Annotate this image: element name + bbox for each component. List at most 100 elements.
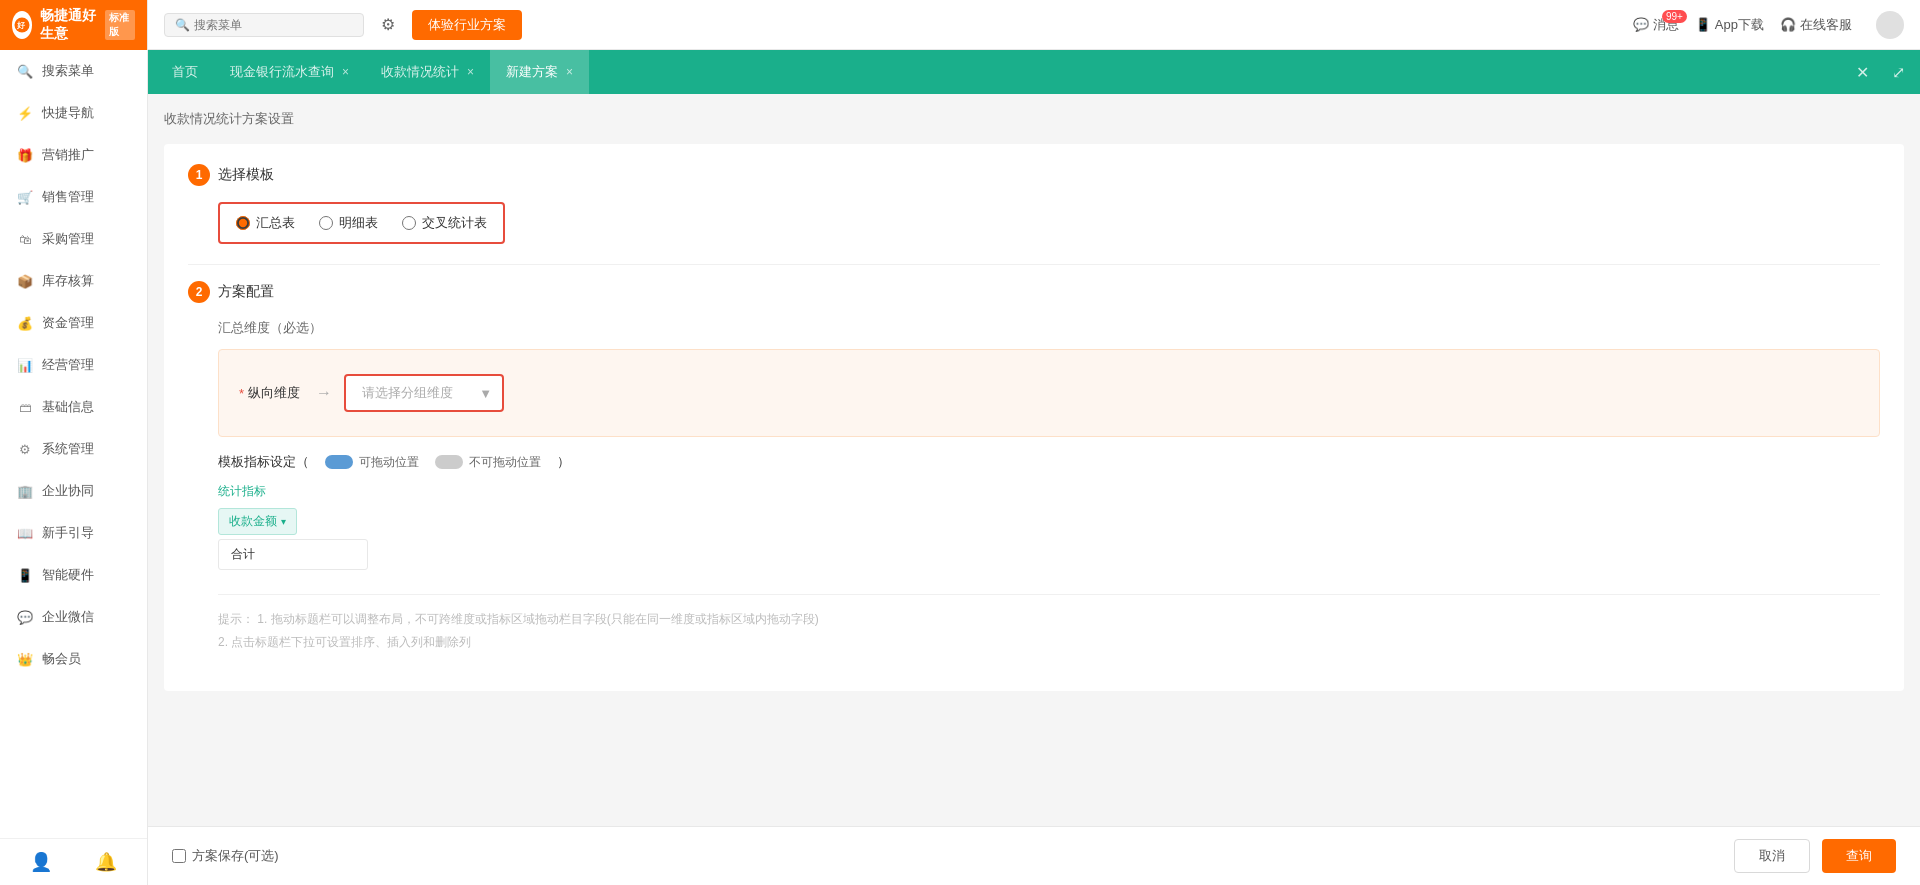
window-maximize-button[interactable]: ⤢ <box>1884 58 1912 86</box>
radio-detail[interactable]: 明细表 <box>319 214 378 232</box>
device-icon: 📱 <box>16 566 34 584</box>
window-close-button[interactable]: ✕ <box>1848 58 1876 86</box>
sidebar-item-inventory[interactable]: 📦 库存核算 <box>0 260 147 302</box>
search-input[interactable] <box>194 18 334 32</box>
save-option[interactable]: 方案保存(可选) <box>172 847 1734 865</box>
legend-non-movable: 不可拖动位置 <box>435 454 541 471</box>
radio-summary[interactable]: 汇总表 <box>236 214 295 232</box>
sidebar: 好 畅捷通好生意 标准版 🔍 搜索菜单 ⚡ 快捷导航 🎁 营销推广 🛒 销售管理… <box>0 0 148 885</box>
indicator-section: 模板指标设定（ 可拖动位置 不可拖动位置 ） <box>218 453 1880 570</box>
legend-movable: 可拖动位置 <box>325 454 419 471</box>
radio-cross-input[interactable] <box>402 216 416 230</box>
radio-summary-input[interactable] <box>236 216 250 230</box>
sidebar-item-management[interactable]: 📊 经营管理 <box>0 344 147 386</box>
sidebar-item-label: 企业微信 <box>42 608 94 626</box>
service-icon: 🎧 <box>1780 17 1796 32</box>
dimension-area: * 纵向维度 → 请选择分组维度 ▼ <box>218 349 1880 437</box>
tab-home[interactable]: 首页 <box>156 50 214 94</box>
dimension-select-placeholder: 请选择分组维度 <box>362 384 453 402</box>
box-icon: 📦 <box>16 272 34 290</box>
gear-icon: ⚙ <box>16 440 34 458</box>
sidebar-item-basic[interactable]: 🗃 基础信息 <box>0 386 147 428</box>
sidebar-bottom-icon-2[interactable]: 🔔 <box>91 847 121 877</box>
sidebar-item-label: 畅会员 <box>42 650 81 668</box>
sidebar-item-label: 企业协同 <box>42 482 94 500</box>
step1-section: 1 选择模板 汇总表 明细表 <box>188 164 1880 244</box>
settings-icon[interactable]: ⚙ <box>372 9 404 41</box>
tip-text-2: 2. 点击标题栏下拉可设置排序、插入列和删除列 <box>218 634 1880 651</box>
sidebar-item-guide[interactable]: 📖 新手引导 <box>0 512 147 554</box>
movable-legend: 模板指标设定（ 可拖动位置 不可拖动位置 ） <box>218 453 1880 471</box>
tab-cashflow[interactable]: 现金银行流水查询 × <box>214 50 365 94</box>
sidebar-item-label: 系统管理 <box>42 440 94 458</box>
legend-dot-movable <box>325 455 353 469</box>
indicator-table: 合计 <box>218 539 368 570</box>
main-area: 🔍 ⚙ 体验行业方案 💬 消息 99+ 📱 App下载 🎧 在线客服 <box>148 0 1920 885</box>
service-button[interactable]: 🎧 在线客服 <box>1780 16 1852 34</box>
message-button[interactable]: 💬 消息 99+ <box>1633 16 1679 34</box>
trial-button[interactable]: 体验行业方案 <box>412 10 522 40</box>
gift-icon: 🎁 <box>16 146 34 164</box>
save-label: 方案保存(可选) <box>192 847 279 865</box>
indicator-tag-label: 收款金额 <box>229 513 277 530</box>
template-radio-group: 汇总表 明细表 交叉统计表 <box>218 202 505 244</box>
cart-icon: 🛒 <box>16 188 34 206</box>
sidebar-item-marketing[interactable]: 🎁 营销推广 <box>0 134 147 176</box>
tab-new-plan[interactable]: 新建方案 × <box>490 50 589 94</box>
sidebar-item-enterprise[interactable]: 🏢 企业协同 <box>0 470 147 512</box>
tip-label: 提示： <box>218 612 254 626</box>
save-checkbox[interactable] <box>172 849 186 863</box>
sidebar-item-member[interactable]: 👑 畅会员 <box>0 638 147 680</box>
page-title: 收款情况统计方案设置 <box>164 110 1904 128</box>
tip-1: 1. 拖动标题栏可以调整布局，不可跨维度或指标区域拖动栏目字段(只能在同一维度或… <box>257 612 818 626</box>
sidebar-item-purchase[interactable]: 🛍 采购管理 <box>0 218 147 260</box>
tab-cashflow-label: 现金银行流水查询 <box>230 63 334 81</box>
tabbar: 首页 现金银行流水查询 × 收款情况统计 × 新建方案 × ✕ ⤢ <box>148 50 1920 94</box>
user-avatar[interactable] <box>1876 11 1904 39</box>
step1-label: 选择模板 <box>218 166 274 184</box>
dimension-dropdown-icon: ▼ <box>479 386 492 401</box>
sidebar-bottom-icon-1[interactable]: 👤 <box>26 847 56 877</box>
vip-icon: 👑 <box>16 650 34 668</box>
sidebar-bottom: 👤 🔔 <box>0 838 147 885</box>
sidebar-item-nav[interactable]: ⚡ 快捷导航 <box>0 92 147 134</box>
sidebar-item-label: 库存核算 <box>42 272 94 290</box>
indicator-tag-dropdown[interactable]: ▾ <box>281 516 286 527</box>
radio-detail-input[interactable] <box>319 216 333 230</box>
indicator-settings-label: 模板指标设定（ <box>218 453 309 471</box>
tab-collection-close[interactable]: × <box>467 65 474 79</box>
topbar: 🔍 ⚙ 体验行业方案 💬 消息 99+ 📱 App下载 🎧 在线客服 <box>148 0 1920 50</box>
sidebar-item-hardware[interactable]: 📱 智能硬件 <box>0 554 147 596</box>
step2-section: 2 方案配置 汇总维度（必选） * 纵向维度 → 请选择分组维度 <box>188 281 1880 651</box>
radio-cross[interactable]: 交叉统计表 <box>402 214 487 232</box>
download-icon: 📱 <box>1695 17 1711 32</box>
indicator-tag-amount[interactable]: 收款金额 ▾ <box>218 508 297 535</box>
indicator-settings-suffix: ） <box>557 453 570 471</box>
tab-new-plan-close[interactable]: × <box>566 65 573 79</box>
dimension-select[interactable]: 请选择分组维度 ▼ <box>344 374 504 412</box>
app-name: 畅捷通好生意 <box>40 7 101 43</box>
sidebar-item-sales[interactable]: 🛒 销售管理 <box>0 176 147 218</box>
sidebar-item-wechat[interactable]: 💬 企业微信 <box>0 596 147 638</box>
sidebar-item-system[interactable]: ⚙ 系统管理 <box>0 428 147 470</box>
download-button[interactable]: 📱 App下载 <box>1695 16 1764 34</box>
tab-new-plan-label: 新建方案 <box>506 63 558 81</box>
sidebar-item-label: 新手引导 <box>42 524 94 542</box>
tab-cashflow-close[interactable]: × <box>342 65 349 79</box>
cancel-button[interactable]: 取消 <box>1734 839 1810 873</box>
query-button[interactable]: 查询 <box>1822 839 1896 873</box>
flash-icon: ⚡ <box>16 104 34 122</box>
book-icon: 📖 <box>16 524 34 542</box>
indicator-table-row-total: 合计 <box>219 540 367 569</box>
search-icon-small: 🔍 <box>175 18 190 32</box>
sidebar-item-search[interactable]: 🔍 搜索菜单 <box>0 50 147 92</box>
sidebar-item-finance[interactable]: 💰 资金管理 <box>0 302 147 344</box>
sidebar-item-label: 快捷导航 <box>42 104 94 122</box>
sidebar-logo: 好 畅捷通好生意 标准版 <box>0 0 147 50</box>
legend-movable-label: 可拖动位置 <box>359 454 419 471</box>
topbar-search-area: 🔍 ⚙ 体验行业方案 <box>164 9 1633 41</box>
tab-collection[interactable]: 收款情况统计 × <box>365 50 490 94</box>
money-icon: 💰 <box>16 314 34 332</box>
message-badge: 99+ <box>1662 10 1687 23</box>
search-box[interactable]: 🔍 <box>164 13 364 37</box>
